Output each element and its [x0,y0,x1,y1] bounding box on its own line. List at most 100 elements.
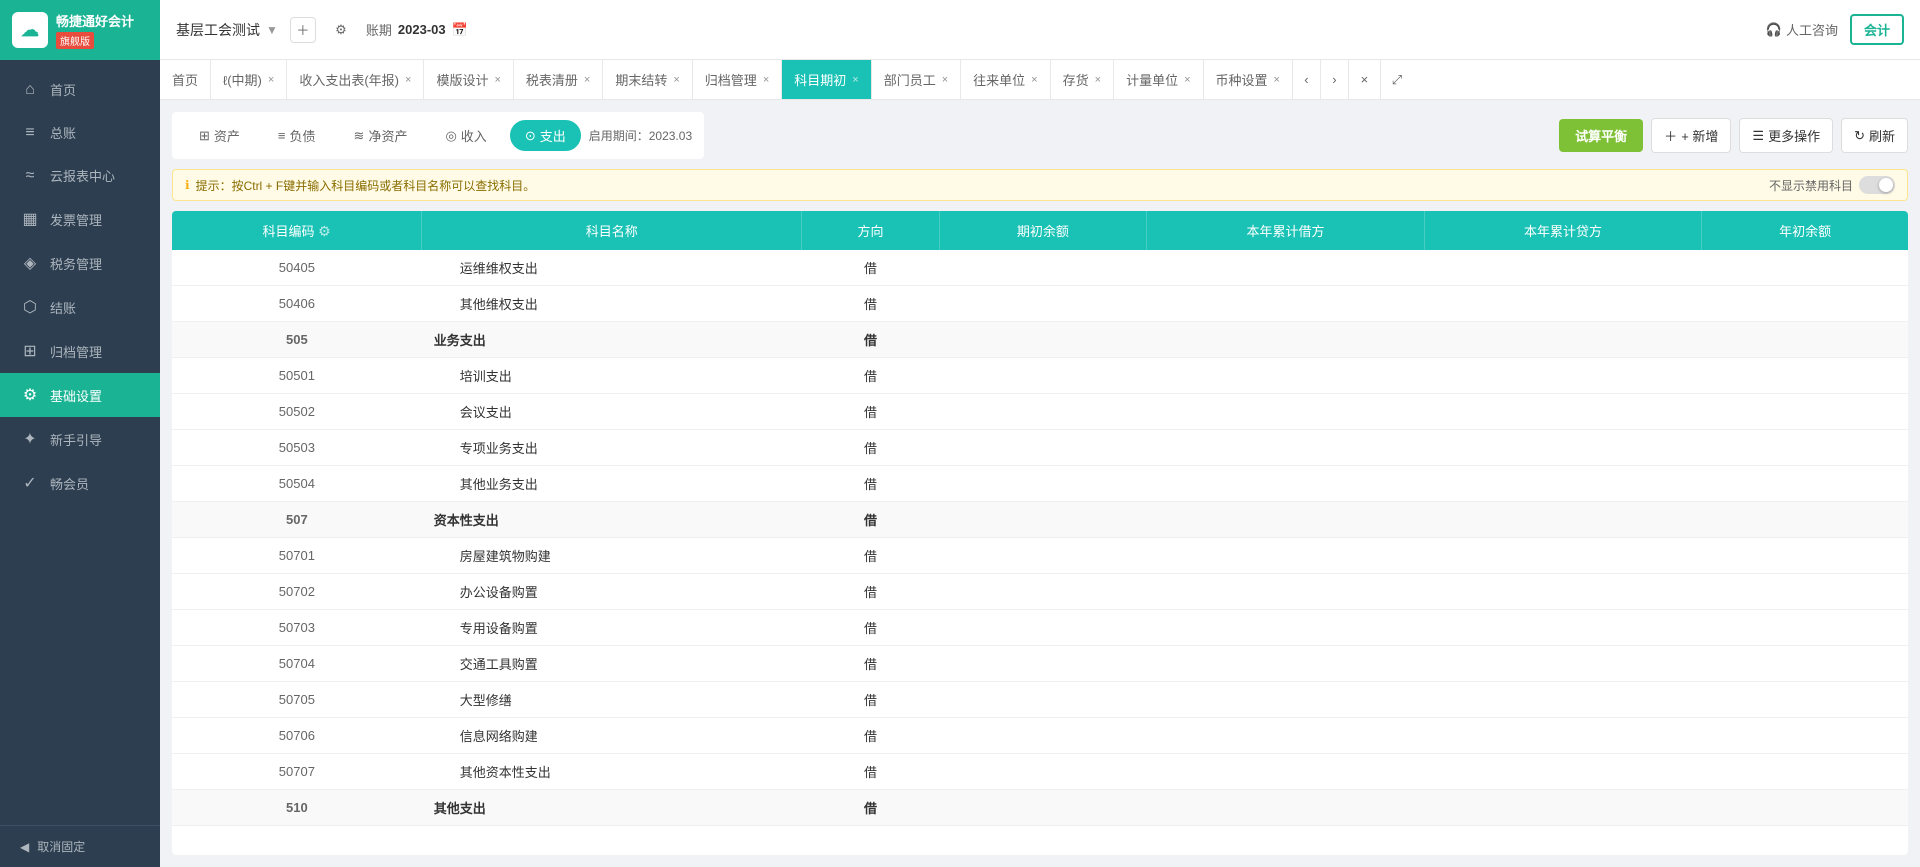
sub-tab-expenditure[interactable]: ⊙ 支出 [510,120,581,151]
cell-period-balance [939,502,1147,538]
table-row[interactable]: 50406 其他维权支出 借 [172,286,1908,322]
unpin-icon: ◀ [20,840,29,854]
close-tab-subject-icon[interactable]: × [852,74,858,86]
table-row[interactable]: 50503 专项业务支出 借 [172,430,1908,466]
table-row[interactable]: 505 业务支出 借 [172,322,1908,358]
cell-year-balance [1702,430,1908,466]
user-role-button[interactable]: 会计 [1850,14,1904,45]
tab-next-button[interactable]: › [1321,60,1349,100]
tab-prev-button[interactable]: ‹ [1293,60,1321,100]
sidebar-item-guide[interactable]: ✦ 新手引导 [0,417,160,461]
close-tab-currency-icon[interactable]: × [1274,74,1280,86]
add-button[interactable]: ＋ + 新增 [1651,118,1731,153]
table-row[interactable]: 50501 培训支出 借 [172,358,1908,394]
sub-tab-asset[interactable]: ⊞ 资产 [184,120,255,151]
sidebar-item-basic[interactable]: ⚙ 基础设置 [0,373,160,417]
close-tab-contacts-icon[interactable]: × [1031,74,1037,86]
tab-annual-report[interactable]: 收入支出表(年报) × [287,60,424,100]
tab-period[interactable]: ℓ(中期) × [211,60,287,100]
tab-dept[interactable]: 部门员工 × [872,60,961,100]
sidebar-unpin-button[interactable]: ◀ 取消固定 [0,825,160,867]
table-row[interactable]: 50705 大型修缮 借 [172,682,1908,718]
tab-period-end[interactable]: 期末结转 × [603,60,692,100]
tab-contacts[interactable]: 往来单位 × [961,60,1050,100]
sidebar-item-reports[interactable]: ≈ 云报表中心 [0,154,160,197]
settings-icon: ⚙ [20,385,40,405]
cell-direction: 借 [802,286,939,322]
sidebar-item-invoice[interactable]: ▦ 发票管理 [0,197,160,241]
refresh-button[interactable]: ↻ 刷新 [1841,118,1908,153]
guide-icon: ✦ [20,429,40,449]
tab-unit[interactable]: 计量单位 × [1114,60,1203,100]
sidebar-item-ledger[interactable]: ≡ 总账 [0,111,160,154]
sub-tab-net-asset[interactable]: ≋ 净资产 [339,120,423,151]
table-row[interactable]: 50405 运维维权支出 借 [172,250,1908,286]
topbar-right: 🎧 人工咨询 会计 [1766,14,1904,45]
close-tab-period-icon[interactable]: × [268,74,274,86]
tab-filing[interactable]: 归档管理 × [693,60,782,100]
hint-bar: ℹ 提示：按Ctrl + F键并输入科目编码或者科目名称可以查找科目。 不显示禁… [172,169,1908,201]
table-row[interactable]: 50702 办公设备购置 借 [172,574,1908,610]
trial-balance-button[interactable]: 试算平衡 [1559,119,1643,152]
cell-code: 50503 [172,430,422,466]
table-row[interactable]: 50706 信息网络购建 借 [172,718,1908,754]
cell-code: 50406 [172,286,422,322]
close-tab-period-end-icon[interactable]: × [673,74,679,86]
cell-year-debit [1147,502,1425,538]
add-tab-button[interactable]: ＋ [290,17,316,43]
cell-period-balance [939,790,1147,826]
cell-year-debit [1147,574,1425,610]
tab-subject-init[interactable]: 科目期初 × [782,60,871,100]
cell-name: 专用设备购置 [422,610,802,646]
cell-year-credit [1424,646,1702,682]
table-row[interactable]: 50703 专用设备购置 借 [172,610,1908,646]
toggle-switch[interactable] [1859,176,1895,194]
help-button[interactable]: 🎧 人工咨询 [1766,20,1838,39]
sub-tab-income[interactable]: ◎ 收入 [430,120,501,151]
tab-template[interactable]: 模版设计 × [424,60,513,100]
close-tab-unit-icon[interactable]: × [1184,74,1190,86]
table-row[interactable]: 50704 交通工具购置 借 [172,646,1908,682]
tab-inventory[interactable]: 存货 × [1051,60,1114,100]
sidebar-item-archive[interactable]: ⊞ 归档管理 [0,329,160,373]
close-tab-dept-icon[interactable]: × [942,74,948,86]
sidebar-item-close[interactable]: ⬡ 结账 [0,285,160,329]
sub-tab-liability[interactable]: ≡ 负债 [263,120,331,151]
tab-close-all-button[interactable]: × [1349,60,1381,100]
tab-currency[interactable]: 币种设置 × [1204,60,1293,100]
expenditure-icon: ⊙ [525,128,536,144]
table-row[interactable]: 50504 其他业务支出 借 [172,466,1908,502]
cell-year-debit [1147,610,1425,646]
cell-code: 50706 [172,718,422,754]
cell-year-balance [1702,610,1908,646]
close-tab-inventory-icon[interactable]: × [1095,74,1101,86]
close-tab-tax-icon[interactable]: × [584,74,590,86]
cell-direction: 借 [802,574,939,610]
tab-expand-button[interactable]: ⤢ [1381,60,1413,100]
close-tab-filing-icon[interactable]: × [763,74,769,86]
tab-home[interactable]: 首页 [160,60,211,100]
table-row[interactable]: 50502 会议支出 借 [172,394,1908,430]
company-dropdown-icon[interactable]: ▼ [266,23,278,37]
plus-icon: ＋ [1664,126,1677,145]
sidebar-item-home[interactable]: ⌂ 首页 [0,68,160,111]
cell-year-balance [1702,538,1908,574]
table-row[interactable]: 50701 房屋建筑物购建 借 [172,538,1908,574]
tab-tax-table[interactable]: 税表清册 × [514,60,603,100]
sidebar-item-tax[interactable]: ◈ 税务管理 [0,241,160,285]
close-tab-annual-icon[interactable]: × [405,74,411,86]
topbar: 基层工会测试 ▼ ＋ ⚙ 账期 2023-03 📅 🎧 人工咨询 会计 [160,0,1920,60]
sidebar-item-member[interactable]: ✓ 畅会员 [0,461,160,505]
column-gear-icon[interactable]: ⚙ [318,223,331,239]
calendar-icon[interactable]: 📅 [452,22,468,38]
cell-period-balance [939,322,1147,358]
hint-text: 提示：按Ctrl + F键并输入科目编码或者科目名称可以查找科目。 [196,177,536,194]
table-row[interactable]: 50707 其他资本性支出 借 [172,754,1908,790]
cell-year-debit [1147,718,1425,754]
cell-direction: 借 [802,610,939,646]
table-row[interactable]: 507 资本性支出 借 [172,502,1908,538]
table-row[interactable]: 510 其他支出 借 [172,790,1908,826]
more-actions-button[interactable]: ☰ 更多操作 [1739,118,1833,153]
topbar-settings-icon[interactable]: ⚙ [328,17,354,43]
close-tab-template-icon[interactable]: × [494,74,500,86]
